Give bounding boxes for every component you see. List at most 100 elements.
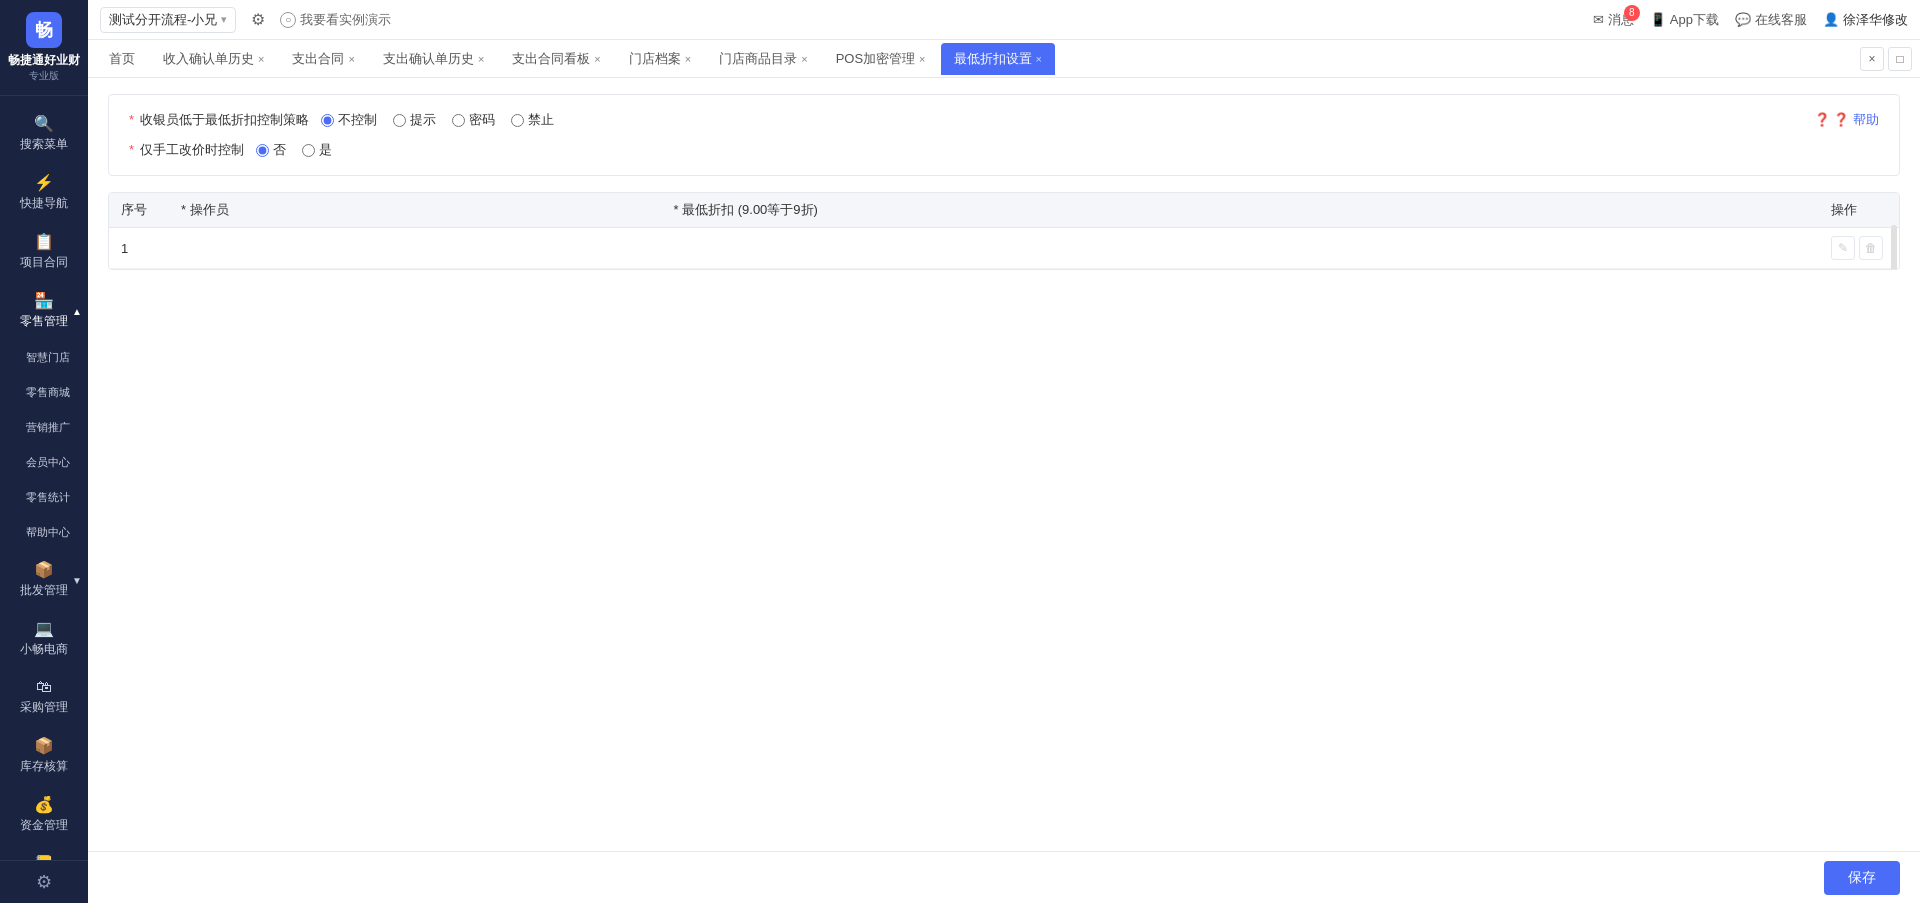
tab-home[interactable]: 首页: [96, 43, 148, 75]
radio-remind-input[interactable]: [393, 114, 406, 127]
radio-manual-yes[interactable]: 是: [302, 141, 332, 159]
message-icon: ✉: [1593, 12, 1604, 27]
tab-payment-board[interactable]: 支出合同看板 ×: [499, 43, 613, 75]
discount-control-label: * 收银员低于最低折扣控制策略: [129, 111, 309, 129]
sidebar-item-label: 零售统计: [26, 490, 70, 505]
radio-password[interactable]: 密码: [452, 111, 495, 129]
close-tab-button[interactable]: ×: [1860, 47, 1884, 71]
tab-payment-confirm[interactable]: 支出确认单历史 ×: [370, 43, 497, 75]
sidebar-settings[interactable]: ⚙: [0, 860, 88, 903]
topbar-right: ✉ 消息 8 📱 App下载 💬 在线客服 👤 徐泽华修改: [1593, 11, 1908, 29]
radio-manual-no-input[interactable]: [256, 144, 269, 157]
tab-store-catalog[interactable]: 门店商品目录 ×: [706, 43, 820, 75]
close-icon[interactable]: ×: [594, 53, 600, 65]
inventory-icon: 📦: [34, 736, 54, 755]
radio-manual-no[interactable]: 否: [256, 141, 286, 159]
sidebar-item-label: 项目合同: [20, 254, 68, 271]
save-button[interactable]: 保存: [1824, 861, 1900, 895]
manual-price-label: * 仅手工改价时控制: [129, 141, 244, 159]
data-table: 序号 * 操作员 * 最低折扣 (9.00等于9折) 操作: [109, 193, 1899, 269]
tab-label: 最低折扣设置: [954, 50, 1032, 68]
scrollbar-thumb[interactable]: [1891, 225, 1897, 270]
sidebar-item-shortcut[interactable]: ⚡ 快捷导航: [0, 163, 88, 222]
radio-no-control[interactable]: 不控制: [321, 111, 377, 129]
tab-label: 首页: [109, 50, 135, 68]
radio-password-input[interactable]: [452, 114, 465, 127]
app-download-label: App下载: [1670, 11, 1719, 29]
sidebar-item-member[interactable]: 会员中心: [0, 445, 88, 480]
gear-icon: ⚙: [36, 871, 52, 893]
sidebar-logo: 畅 畅捷通好业财 专业版: [0, 0, 88, 96]
sidebar-item-help[interactable]: 帮助中心: [0, 515, 88, 550]
sidebar-item-marketing[interactable]: 营销推广: [0, 410, 88, 445]
close-icon[interactable]: ×: [801, 53, 807, 65]
col-header-operator: * 操作员: [169, 193, 661, 228]
required-star: *: [129, 112, 134, 127]
edit-icon-button[interactable]: ✎: [1831, 236, 1855, 260]
chevron-down-icon: ▼: [72, 574, 82, 585]
logo-sub: 专业版: [29, 69, 59, 83]
sidebar-item-retail[interactable]: 🏪 零售管理 ▲: [0, 281, 88, 340]
sidebar-item-project[interactable]: 📋 项目合同: [0, 222, 88, 281]
sidebar-item-ledger[interactable]: 📒 总账管理: [0, 844, 88, 860]
close-icon[interactable]: ×: [685, 53, 691, 65]
topbar-settings-button[interactable]: ⚙: [244, 6, 272, 34]
close-icon[interactable]: ×: [348, 53, 354, 65]
radio-no-control-label: 不控制: [338, 111, 377, 129]
purchase-icon: 🛍: [36, 678, 52, 696]
help-button[interactable]: ❓ ❓ 帮助: [1814, 111, 1879, 129]
capital-icon: 💰: [34, 795, 54, 814]
radio-password-label: 密码: [469, 111, 495, 129]
close-icon[interactable]: ×: [478, 53, 484, 65]
project-selector[interactable]: 测试分开流程-小兄 ▾: [100, 7, 236, 33]
sidebar-item-label: 资金管理: [20, 817, 68, 834]
cell-discount: [661, 228, 1819, 269]
form-section: ❓ ❓ 帮助 * 收银员低于最低折扣控制策略 不控制: [108, 94, 1900, 176]
content-card: ❓ ❓ 帮助 * 收银员低于最低折扣控制策略 不控制: [88, 78, 1920, 903]
delete-icon-button[interactable]: 🗑: [1859, 236, 1883, 260]
tab-payment-contract[interactable]: 支出合同 ×: [279, 43, 367, 75]
close-icon[interactable]: ×: [1036, 53, 1042, 65]
close-icon[interactable]: ×: [919, 53, 925, 65]
demo-link[interactable]: ○ 我要看实例演示: [280, 11, 391, 29]
sidebar-item-online-store[interactable]: 零售商城: [0, 375, 88, 410]
sidebar-item-capital[interactable]: 💰 资金管理: [0, 785, 88, 844]
demo-icon: ○: [280, 12, 296, 28]
sidebar-item-ecommerce[interactable]: 💻 小畅电商: [0, 609, 88, 668]
radio-forbid-input[interactable]: [511, 114, 524, 127]
header-row: 序号 * 操作员 * 最低折扣 (9.00等于9折) 操作: [109, 193, 1899, 228]
project-name: 测试分开流程-小兄: [109, 11, 217, 29]
sidebar-item-label: 帮助中心: [26, 525, 70, 540]
col-header-seq: 序号: [109, 193, 169, 228]
online-service-button[interactable]: 💬 在线客服: [1735, 11, 1807, 29]
sidebar-item-purchase[interactable]: 🛍 采购管理: [0, 668, 88, 726]
settings-icon: ⚙: [251, 10, 265, 29]
radio-forbid[interactable]: 禁止: [511, 111, 554, 129]
page-content: ❓ ❓ 帮助 * 收银员低于最低折扣控制策略 不控制: [88, 78, 1920, 903]
user-menu[interactable]: 👤 徐泽华修改: [1823, 11, 1908, 29]
radio-remind[interactable]: 提示: [393, 111, 436, 129]
tab-income-confirm[interactable]: 收入确认单历史 ×: [150, 43, 277, 75]
col-header-discount: * 最低折扣 (9.00等于9折): [661, 193, 1819, 228]
online-service-label: 在线客服: [1755, 11, 1807, 29]
sidebar-item-label: 营销推广: [26, 420, 70, 435]
sidebar-item-smart-store[interactable]: 智慧门店: [0, 340, 88, 375]
sidebar-item-retail-stats[interactable]: 零售统计: [0, 480, 88, 515]
radio-no-control-input[interactable]: [321, 114, 334, 127]
sidebar-item-search[interactable]: 🔍 搜索菜单: [0, 104, 88, 163]
tab-pos-password[interactable]: POS加密管理 ×: [823, 43, 939, 75]
logo-icon: 畅: [26, 12, 62, 48]
shortcut-icon: ⚡: [34, 173, 54, 192]
message-button[interactable]: ✉ 消息 8: [1593, 11, 1634, 29]
tab-min-discount[interactable]: 最低折扣设置 ×: [941, 43, 1055, 75]
search-icon: 🔍: [34, 114, 54, 133]
project-icon: 📋: [34, 232, 54, 251]
sidebar-item-inventory[interactable]: 📦 库存核算: [0, 726, 88, 785]
tab-store-file[interactable]: 门店档案 ×: [616, 43, 704, 75]
sidebar-item-wholesale[interactable]: 📦 批发管理 ▼: [0, 550, 88, 609]
user-icon: 👤: [1823, 12, 1839, 27]
radio-manual-yes-input[interactable]: [302, 144, 315, 157]
app-download-button[interactable]: 📱 App下载: [1650, 11, 1719, 29]
expand-tab-button[interactable]: □: [1888, 47, 1912, 71]
close-icon[interactable]: ×: [258, 53, 264, 65]
